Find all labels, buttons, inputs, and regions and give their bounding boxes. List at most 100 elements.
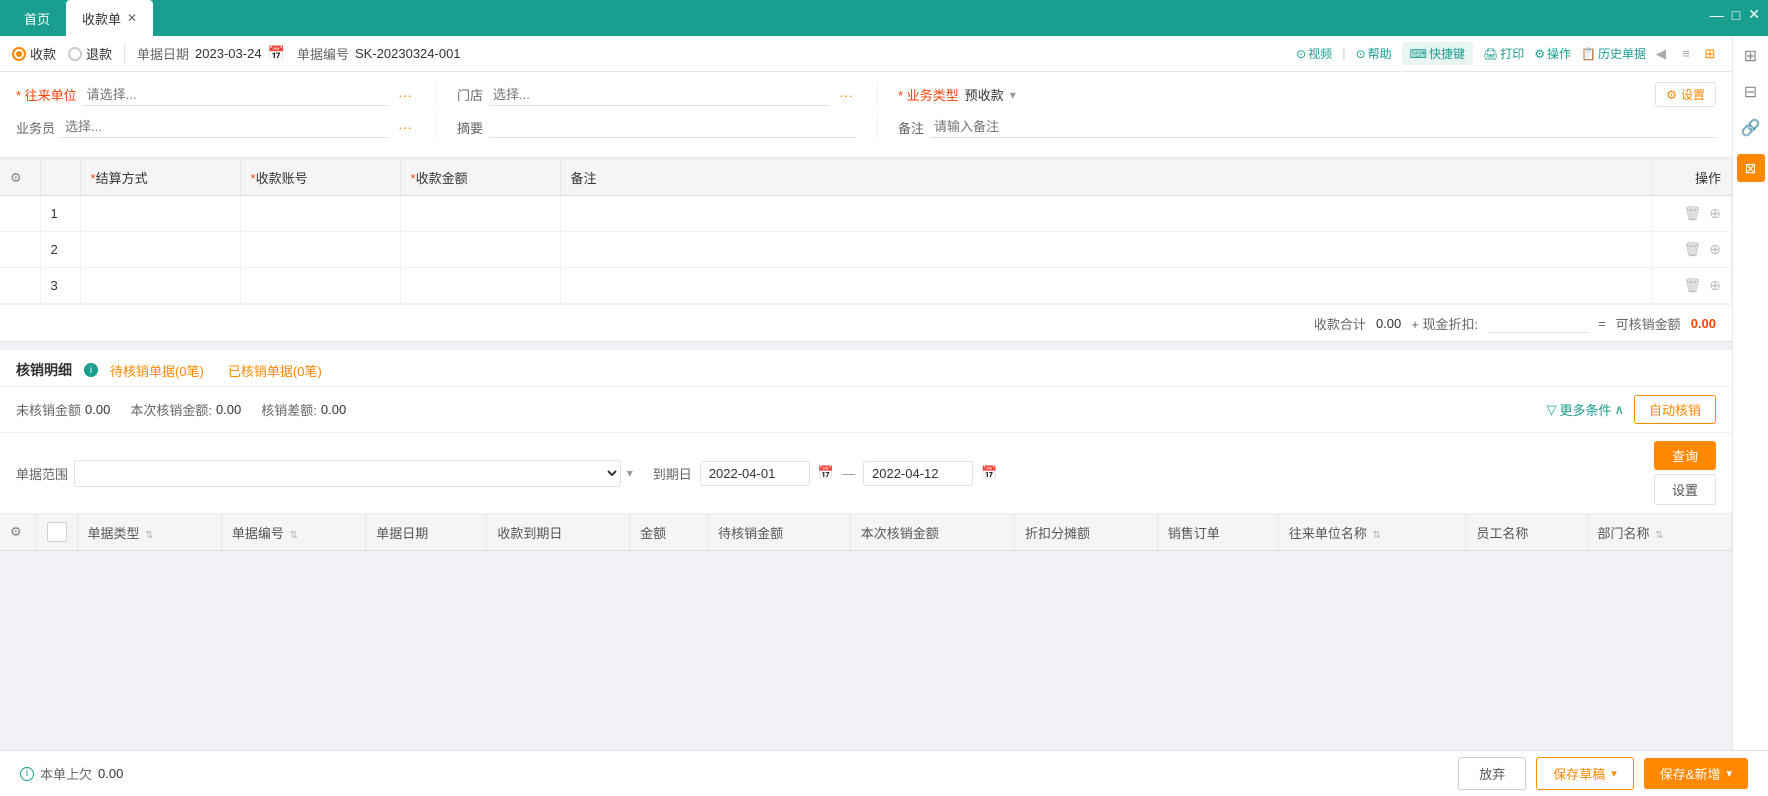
radio-receipt-dot [12, 47, 26, 61]
pending-tab-link[interactable]: 待核销单据(0笔) [110, 361, 204, 380]
save-new-btn[interactable]: 保存&新增 ▾ [1644, 758, 1748, 789]
row-amount-1[interactable] [400, 196, 560, 232]
row-account-3[interactable] [240, 268, 400, 304]
video-link[interactable]: ⊙ 视频 [1296, 45, 1332, 62]
row-amount-3[interactable] [400, 268, 560, 304]
bottom-table-header: ⚙ 单据类型 ⇅ 单据编号 ⇅ 单据日期 [0, 514, 1732, 551]
sort-docnum-icon[interactable]: ⇅ [290, 530, 298, 541]
row-copy-1[interactable]: ⊕ [1709, 205, 1721, 222]
shortcut-link[interactable]: ⌨ 快捷键 [1402, 42, 1473, 65]
maximize-btn[interactable]: □ [1732, 7, 1740, 23]
filter-chevron-icon: ∧ [1614, 402, 1624, 418]
minimize-btn[interactable]: — [1710, 7, 1724, 23]
row-copy-3[interactable]: ⊕ [1709, 277, 1721, 294]
done-tab-link[interactable]: 已核销单据(0笔) [228, 361, 322, 380]
tab-receipt-close[interactable]: ✕ [127, 11, 137, 25]
btcol-duedate: 收款到期日 [487, 514, 630, 551]
bottom-table-gear-icon[interactable]: ⚙ [10, 524, 22, 539]
table-header-row: ⚙ *结算方式 *收款账号 *收款金额 备注 操作 [0, 160, 1732, 196]
row-index-2: 2 [40, 232, 80, 268]
more-filter-link[interactable]: ▽ 更多条件 ∧ [1546, 400, 1624, 419]
row-copy-2[interactable]: ⊕ [1709, 241, 1721, 258]
sort-counterparty-icon[interactable]: ⇅ [1373, 530, 1381, 541]
row-remark-1[interactable] [560, 196, 1652, 232]
row-settle-2[interactable] [80, 232, 240, 268]
end-cal-icon[interactable]: 📅 [981, 465, 997, 481]
bottom-table: ⚙ 单据类型 ⇅ 单据编号 ⇅ 单据日期 [0, 514, 1732, 551]
remark-label: 备注 [898, 118, 924, 137]
grid-view-icon[interactable]: ⊞ [1700, 44, 1720, 64]
row-delete-1[interactable]: 🗑 [1683, 205, 1701, 222]
doc-range-arrow[interactable]: ▾ [627, 466, 633, 480]
save-draft-arrow[interactable]: ▾ [1611, 767, 1617, 780]
actions-link[interactable]: ⚙ 操作 [1534, 45, 1571, 62]
table-gear-icon[interactable]: ⚙ [10, 170, 22, 185]
footer: i 本单上欠 0.00 放弃 保存草稿 ▾ 保存&新增 ▾ [0, 750, 1768, 796]
discard-btn[interactable]: 放弃 [1458, 757, 1526, 790]
start-date-input[interactable] [700, 461, 810, 486]
verification-settings-btn[interactable]: 设置 [1654, 474, 1716, 505]
start-cal-icon[interactable]: 📅 [818, 465, 834, 481]
row-account-1[interactable] [240, 196, 400, 232]
store-more-btn[interactable]: ··· [835, 87, 857, 103]
col-amount: *收款金额 [400, 160, 560, 196]
date-label: 单据日期 [137, 44, 189, 63]
auto-verification-btn[interactable]: 自动核销 [1634, 395, 1716, 424]
doc-range-select[interactable] [74, 460, 621, 487]
tab-home[interactable]: 首页 [8, 0, 66, 36]
layout-icons: ≡ ⊞ [1676, 44, 1720, 64]
help-icon: ⊙ [1356, 47, 1366, 61]
row-remark-3[interactable] [560, 268, 1652, 304]
sidebar-table-icon[interactable]: ⊞ [1744, 46, 1757, 66]
discount-input[interactable] [1488, 313, 1588, 333]
verification-info-icon[interactable]: i [84, 363, 98, 377]
sidebar-print-icon[interactable]: ⊟ [1744, 82, 1757, 102]
nav-prev-icon[interactable]: ◀ [1656, 46, 1666, 62]
list-view-icon[interactable]: ≡ [1676, 44, 1696, 64]
counterparty-label: * 往来单位 [16, 85, 77, 104]
close-btn[interactable]: ✕ [1748, 6, 1760, 23]
nav-arrows[interactable]: ◀ [1656, 46, 1666, 62]
tab-receipt[interactable]: 收款单 ✕ [66, 0, 153, 36]
business-type-dropdown[interactable]: ▾ [1010, 88, 1016, 102]
staff-input[interactable] [61, 116, 388, 138]
row-settle-1[interactable] [80, 196, 240, 232]
row-delete-3[interactable]: 🗑 [1683, 277, 1701, 294]
save-new-arrow[interactable]: ▾ [1726, 767, 1732, 780]
btcol-dept: 部门名称 ⇅ [1587, 514, 1731, 551]
sidebar-expand-icon[interactable]: ⊠ [1737, 154, 1765, 182]
staff-more-btn[interactable]: ··· [394, 119, 416, 135]
remark-input[interactable] [930, 116, 1716, 138]
radio-receipt[interactable]: 收款 [12, 44, 56, 63]
btcol-counterparty: 往来单位名称 ⇅ [1278, 514, 1466, 551]
business-type-field: * 业务类型 预收款 ▾ ⚙ 设置 [898, 82, 1716, 107]
calendar-icon[interactable]: 📅 [268, 45, 285, 62]
radio-refund[interactable]: 退款 [68, 44, 112, 63]
staff-field: 业务员 ··· [16, 116, 416, 138]
end-date-input[interactable] [863, 461, 973, 486]
counterparty-input[interactable] [83, 84, 388, 106]
unchecked-label: 未核销金额 [16, 400, 81, 419]
row-amount-2[interactable] [400, 232, 560, 268]
print-link[interactable]: 🖨 打印 [1483, 45, 1524, 62]
row-settle-3[interactable] [80, 268, 240, 304]
summary-input[interactable] [489, 116, 857, 138]
available-value: 0.00 [1691, 316, 1716, 331]
row-delete-2[interactable]: 🗑 [1683, 241, 1701, 258]
counterparty-more-btn[interactable]: ··· [394, 87, 416, 103]
sidebar-attach-icon[interactable]: 🔗 [1741, 118, 1761, 138]
settings-button[interactable]: ⚙ 设置 [1655, 82, 1716, 107]
sort-doctype-icon[interactable]: ⇅ [145, 530, 153, 541]
number-field-group: 单据编号 SK-20230324-001 [297, 44, 461, 63]
select-all-checkbox[interactable] [47, 522, 67, 542]
footer-info-icon[interactable]: i [20, 767, 34, 781]
store-field: 门店 ··· [457, 84, 857, 106]
help-link[interactable]: ⊙ 帮助 [1356, 45, 1392, 62]
sort-dept-icon[interactable]: ⇅ [1655, 530, 1663, 541]
save-draft-btn[interactable]: 保存草稿 ▾ [1536, 757, 1634, 790]
store-input[interactable] [489, 84, 829, 106]
row-account-2[interactable] [240, 232, 400, 268]
history-link[interactable]: 📋 历史单据 [1581, 45, 1646, 62]
row-remark-2[interactable] [560, 232, 1652, 268]
query-btn[interactable]: 查询 [1654, 441, 1716, 470]
